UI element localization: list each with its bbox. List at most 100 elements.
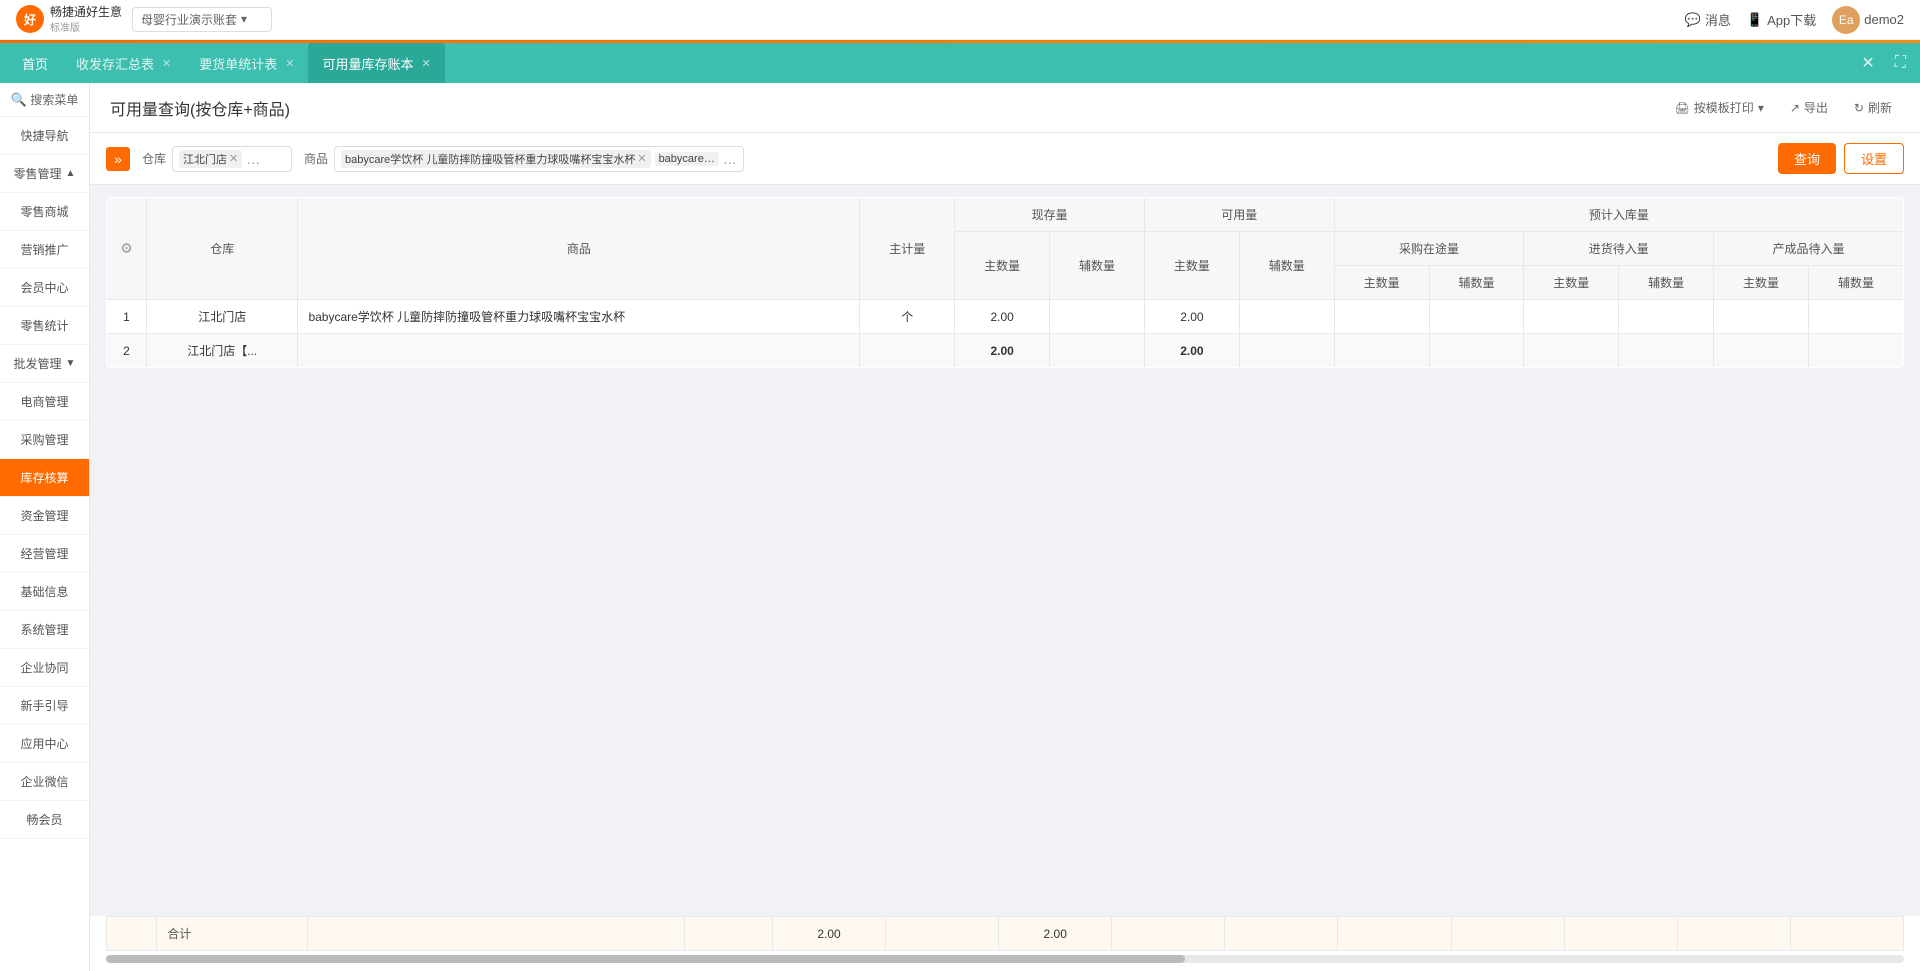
footer-unit-cell (685, 917, 773, 951)
row2-pur-aux (1429, 334, 1524, 368)
row2-stock-aux (1050, 334, 1145, 368)
print-label: 按模板打印 (1694, 99, 1754, 116)
search-icon: 🔍 (11, 92, 27, 107)
sidebar-item-basic[interactable]: 基础信息 (0, 573, 89, 611)
footer-empty-1 (107, 917, 157, 951)
col-settings-header[interactable]: ⚙ (107, 198, 147, 300)
chevron-icon: ▲ (66, 168, 76, 179)
footer-prod-aux (1790, 917, 1903, 951)
tab-inventory[interactable]: 可用量库存账本 ✕ (308, 43, 444, 83)
col-prod-aux-header: 辅数量 (1808, 266, 1903, 300)
tab-home[interactable]: 首页 (8, 43, 62, 83)
warehouse-tag: 江北门店 ✕ (179, 150, 242, 168)
refresh-button[interactable]: ↻ 刷新 (1846, 95, 1900, 120)
sidebar-item-wecom[interactable]: 企业微信 (0, 763, 89, 801)
sidebar-item-guide[interactable]: 新手引导 (0, 687, 89, 725)
footer-pur-aux (1338, 917, 1451, 951)
print-button[interactable]: 🖨 按模板打印 ▾ (1667, 95, 1772, 120)
horizontal-scrollbar[interactable] (106, 955, 1904, 963)
tab-receipt-close[interactable]: ✕ (162, 57, 171, 70)
tab-order-close[interactable]: ✕ (285, 57, 294, 70)
sidebar-item-wholesale[interactable]: 批发管理 ▼ (0, 345, 89, 383)
table-row: 1 江北门店 babycare学饮杯 儿童防摔防撞吸管杯重力球吸嘴杯宝宝水杯 个… (107, 300, 1904, 334)
sidebar-item-member[interactable]: 会员中心 (0, 269, 89, 307)
col-unit-header: 主计量 (860, 198, 955, 300)
footer-pur-main (1225, 917, 1338, 951)
message-button[interactable]: 💬 消息 (1685, 10, 1731, 29)
sidebar-item-collab[interactable]: 企业协同 (0, 649, 89, 687)
sidebar-item-inventory[interactable]: 库存核算 (0, 459, 89, 497)
filter-toggle-button[interactable]: » (106, 147, 130, 171)
sidebar-item-ecommerce[interactable]: 电商管理 (0, 383, 89, 421)
sidebar-item-retail-stats[interactable]: 零售统计 (0, 307, 89, 345)
product-tag-area[interactable]: babycare学饮杯 儿童防摔防撞吸管杯重力球吸嘴杯宝宝水杯 ✕ babyca… (334, 146, 744, 172)
warehouse-filter-group: 仓库 江北门店 ✕ … (142, 146, 292, 172)
warehouse-more-dots[interactable]: … (246, 151, 260, 167)
row2-unit (860, 334, 955, 368)
sidebar-item-nav[interactable]: 快捷导航 (0, 117, 89, 155)
row1-prod-aux (1808, 300, 1903, 334)
sidebar-item-finance[interactable]: 资金管理 (0, 497, 89, 535)
warehouse-tag-close[interactable]: ✕ (229, 152, 238, 165)
vip-label: 畅会员 (26, 811, 62, 828)
sidebar-item-marketing[interactable]: 营销推广 (0, 231, 89, 269)
sidebar-item-appstore[interactable]: 应用中心 (0, 725, 89, 763)
tab-inventory-close[interactable]: ✕ (422, 57, 431, 70)
industry-selector[interactable]: 母婴行业演示账套 ▾ (132, 7, 272, 32)
purchase-label: 采购管理 (20, 431, 68, 448)
row1-pur-aux (1429, 300, 1524, 334)
export-label: 导出 (1804, 99, 1828, 116)
product-tag-1-close[interactable]: ✕ (637, 152, 646, 165)
query-button[interactable]: 查询 (1778, 143, 1836, 174)
footer-stock-main: 2.00 (773, 917, 886, 951)
sidebar-item-purchase[interactable]: 采购管理 (0, 421, 89, 459)
col-settings-icon[interactable]: ⚙ (120, 240, 133, 256)
sidebar-item-retail[interactable]: 零售管理 ▲ (0, 155, 89, 193)
col-warehouse-header: 仓库 (147, 198, 298, 300)
sidebar-item-vip[interactable]: 畅会员 (0, 801, 89, 839)
sidebar: 🔍 搜索菜单 快捷导航 零售管理 ▲ 零售商城 营销推广 会员中心 零售统计 批… (0, 83, 90, 971)
tab-order[interactable]: 要货单统计表 ✕ (185, 43, 308, 83)
sidebar-search[interactable]: 🔍 搜索菜单 (0, 83, 89, 117)
table-container: ⚙ 仓库 商品 主计量 现存量 (90, 185, 1920, 916)
guide-label: 新手引导 (20, 697, 68, 714)
sidebar-item-operations[interactable]: 经营管理 (0, 535, 89, 573)
row2-prod-aux (1808, 334, 1903, 368)
marketing-label: 营销推广 (20, 241, 68, 258)
warehouse-filter-label: 仓库 (142, 150, 166, 167)
sidebar-item-system[interactable]: 系统管理 (0, 611, 89, 649)
settings-button[interactable]: 设置 (1844, 143, 1904, 174)
close-tab-button[interactable]: ✕ (1855, 53, 1880, 73)
username: demo2 (1864, 12, 1904, 27)
sidebar-item-retail-mall[interactable]: 零售商城 (0, 193, 89, 231)
footer-stock-aux (886, 917, 999, 951)
footer-product-cell (308, 917, 685, 951)
user-menu[interactable]: Ea demo2 (1832, 6, 1904, 34)
footer-avail-main: 2.00 (999, 917, 1112, 951)
col-available-header: 可用量 (1144, 198, 1334, 232)
col-inc-main-header: 主数量 (1524, 266, 1619, 300)
col-incoming-header: 进货待入量 (1524, 232, 1714, 266)
tab-receipt[interactable]: 收发存汇总表 ✕ (62, 43, 185, 83)
product-more-dots[interactable]: … (723, 151, 737, 167)
row2-stock-main: 2.00 (955, 334, 1050, 368)
table-row: 2 江北门店【... 2.00 2.00 (107, 334, 1904, 368)
col-production-header: 产成品待入量 (1714, 232, 1904, 266)
phone-icon: 📱 (1747, 12, 1763, 28)
logo-text: 畅捷通好生意 (50, 5, 122, 19)
col-pur-main-header: 主数量 (1334, 266, 1429, 300)
operations-label: 经营管理 (20, 545, 68, 562)
warehouse-tag-area[interactable]: 江北门店 ✕ … (172, 146, 292, 172)
row1-stock-main: 2.00 (955, 300, 1050, 334)
collab-label: 企业协同 (20, 659, 68, 676)
maximize-button[interactable]: ⛶ (1889, 54, 1912, 72)
row1-pur-main (1334, 300, 1429, 334)
chevron-down-icon: ▾ (241, 12, 247, 26)
row2-inc-aux (1619, 334, 1714, 368)
row1-warehouse: 江北门店 (147, 300, 298, 334)
app-download-button[interactable]: 📱 App下载 (1747, 10, 1816, 29)
export-button[interactable]: ↗ 导出 (1782, 95, 1836, 120)
logo-text-group: 畅捷通好生意 标准版 (50, 5, 122, 34)
row2-pur-main (1334, 334, 1429, 368)
sidebar-search-label[interactable]: 搜索菜单 (30, 93, 78, 107)
